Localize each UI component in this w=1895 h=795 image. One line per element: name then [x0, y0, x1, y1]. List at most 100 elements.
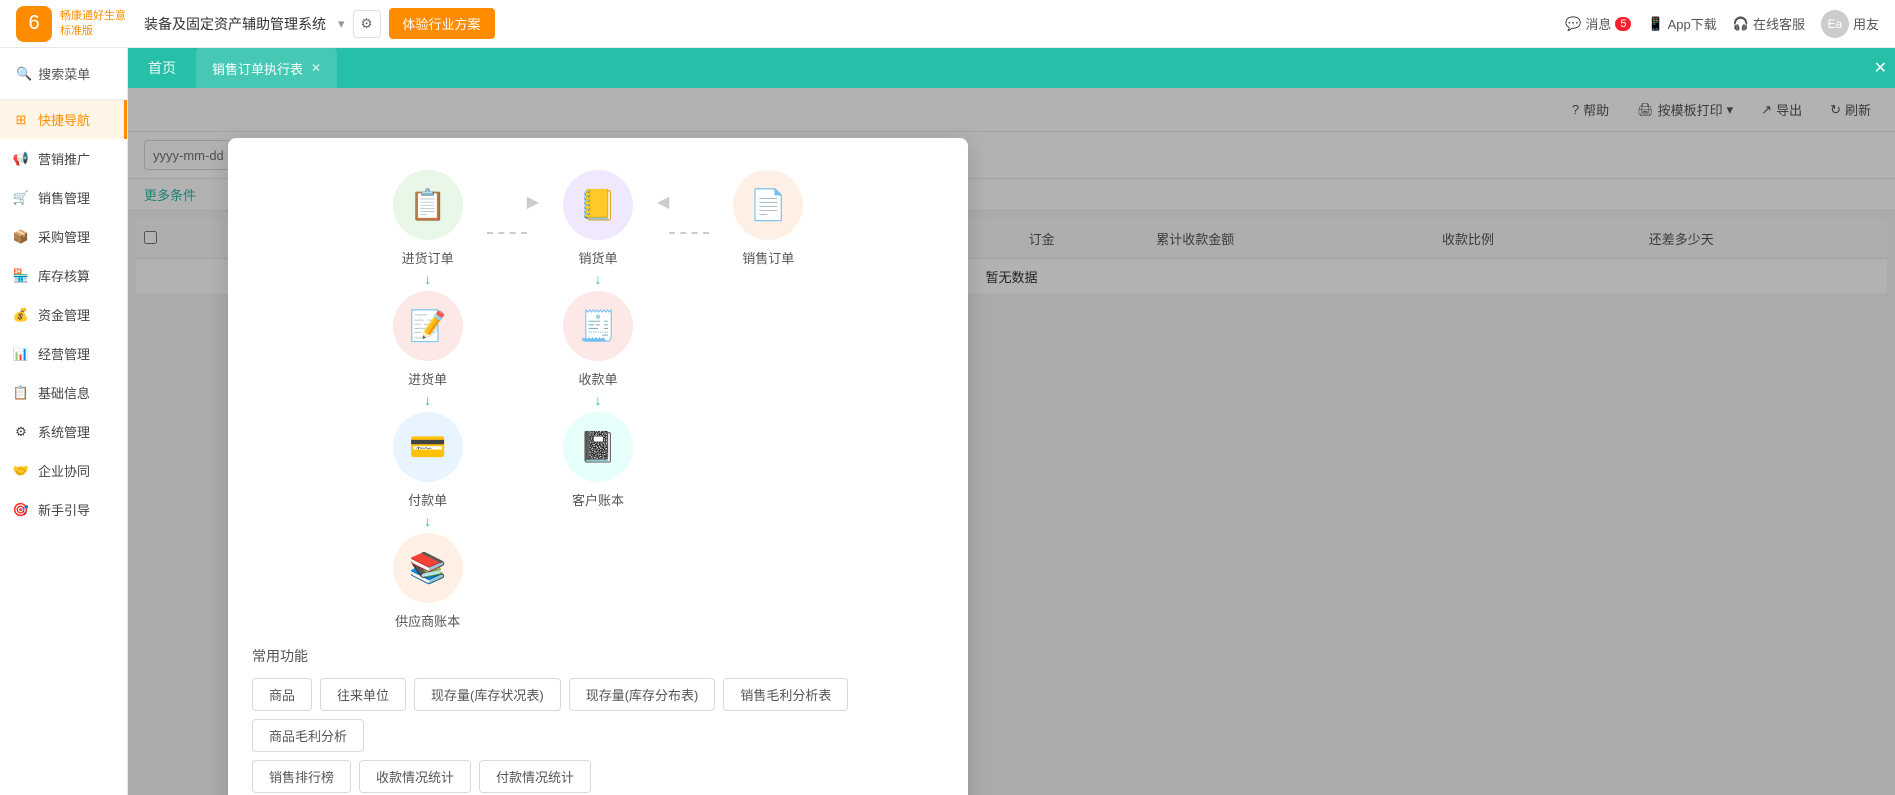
tab-collapse-btn[interactable]: ✕ [1874, 58, 1887, 78]
message-icon: 💬 [1565, 16, 1581, 32]
receipt-icon: 🧾 [563, 291, 633, 361]
logo-symbol: 6 [28, 12, 39, 35]
search-menu-btn[interactable]: 🔍 搜索菜单 [8, 58, 119, 89]
download-icon: 📱 [1647, 16, 1663, 32]
supplier-ledger-label: 供应商账本 [395, 611, 460, 630]
search-label: 搜索菜单 [38, 64, 90, 83]
message-label: 消息 [1585, 14, 1611, 33]
tab-bar: 首页 销售订单执行表 ✕ ✕ [128, 48, 1895, 88]
func-btn-stock-dist[interactable]: 现存量(库存分布表) [569, 678, 716, 711]
flow-col-sales-order: 📄 销售订单 [709, 170, 827, 267]
logo-area: 6 畅康通好生意 标准版 [16, 6, 144, 42]
sales-order-label: 销售订单 [742, 248, 794, 267]
marketing-icon: 📢 [12, 150, 30, 168]
flow-node-sales-bill[interactable]: 📒 销货单 [563, 170, 633, 267]
avatar-text: Ea [1828, 17, 1843, 31]
app-container: 6 畅康通好生意 标准版 装备及固定资产辅助管理系统 ▾ ⚙ 体验行业方案 💬 … [0, 0, 1895, 795]
center-arrows: ▶ [487, 198, 539, 234]
common-functions: 常用功能 商品 往来单位 现存量(库存状况表) 现存量(库存分布表) 销售毛利分… [252, 646, 944, 793]
func-btn-stock-status[interactable]: 现存量(库存状况表) [414, 678, 561, 711]
dropdown-icon[interactable]: ▾ [338, 16, 345, 32]
receipt-label: 收款单 [578, 369, 617, 388]
tab-sales-exec[interactable]: 销售订单执行表 ✕ [196, 48, 337, 88]
arrow-left-icon: ◀ [657, 192, 669, 212]
modal-overlay[interactable]: 📋 进货订单 ↓ 📝 进货单 ↓ 💳 [128, 88, 1895, 795]
tab-close-icon[interactable]: ✕ [311, 61, 321, 75]
sidebar-item-label-system: 系统管理 [38, 422, 90, 441]
func-btn-payment-stats[interactable]: 付款情况统计 [479, 760, 591, 793]
app-download-btn[interactable]: 📱 App下载 [1647, 14, 1716, 33]
flow-node-sales-order[interactable]: 📄 销售订单 [733, 170, 803, 267]
newguide-icon: 🎯 [12, 501, 30, 519]
experience-btn[interactable]: 体验行业方案 [389, 8, 495, 39]
tab-home[interactable]: 首页 [128, 48, 196, 88]
payment-icon: 💳 [393, 412, 463, 482]
system-title: 装备及固定资产辅助管理系统 [144, 14, 326, 34]
settings-button[interactable]: ⚙ [353, 10, 381, 38]
basics-icon: 📋 [12, 384, 30, 402]
sidebar-item-system[interactable]: ⚙ 系统管理 [0, 412, 127, 451]
sidebar-item-label-operations: 经营管理 [38, 344, 90, 363]
func-btn-product[interactable]: 商品 [252, 678, 312, 711]
flow-node-supplier-ledger[interactable]: 📚 供应商账本 [393, 533, 463, 630]
sidebar-item-purchase[interactable]: 📦 采购管理 [0, 217, 127, 256]
func-btn-product-profit[interactable]: 商品毛利分析 [252, 719, 364, 752]
flow-node-payment[interactable]: 💳 付款单 [393, 412, 463, 509]
tab-sales-exec-label: 销售订单执行表 [212, 59, 303, 78]
sidebar-item-newguide[interactable]: 🎯 新手引导 [0, 490, 127, 529]
purchase-bill-icon: 📝 [393, 291, 463, 361]
customer-ledger-icon: 📓 [563, 412, 633, 482]
flow-node-purchase-order[interactable]: 📋 进货订单 [393, 170, 463, 267]
func-buttons-row2: 销售排行榜 收款情况统计 付款情况统计 [252, 760, 944, 793]
func-btn-sales-profit[interactable]: 销售毛利分析表 [723, 678, 848, 711]
user-area[interactable]: Ea 用友 [1821, 10, 1879, 38]
logo-line1: 畅康通好生意 [60, 9, 126, 23]
content-area: 首页 销售订单执行表 ✕ ✕ ? 帮助 🖨 [128, 48, 1895, 795]
avatar: Ea [1821, 10, 1849, 38]
purchase-order-icon: 📋 [393, 170, 463, 240]
func-btn-partner[interactable]: 往来单位 [320, 678, 406, 711]
sidebar-item-marketing[interactable]: 📢 营销推广 [0, 139, 127, 178]
purchase-bill-label: 进货单 [408, 369, 447, 388]
dashed-arrow-right [487, 232, 527, 234]
sidebar-search: 🔍 搜索菜单 [0, 48, 127, 100]
sidebar-item-finance[interactable]: 💰 资金管理 [0, 295, 127, 334]
sidebar-item-label-finance: 资金管理 [38, 305, 90, 324]
arrow-down-2: ↓ [424, 392, 431, 408]
logo-line2: 标准版 [60, 24, 126, 38]
flow-modal: 📋 进货订单 ↓ 📝 进货单 ↓ 💳 [228, 138, 968, 795]
common-func-title: 常用功能 [252, 646, 944, 666]
flow-node-receipt[interactable]: 🧾 收款单 [563, 291, 633, 388]
arrow-down-5: ↓ [595, 392, 602, 408]
sidebar-item-basics[interactable]: 📋 基础信息 [0, 373, 127, 412]
app-download-label: App下载 [1668, 14, 1717, 33]
system-icon: ⚙ [12, 423, 30, 441]
page-content: ? 帮助 🖨 按模板打印 ▾ ↗ 导出 ↻ 刷新 [128, 88, 1895, 795]
sidebar-item-operations[interactable]: 📊 经营管理 [0, 334, 127, 373]
sidebar-item-enterprise[interactable]: 🤝 企业协同 [0, 451, 127, 490]
dashed-arrow-left [669, 232, 709, 234]
arrow-down-4: ↓ [595, 271, 602, 287]
flow-diagram: 📋 进货订单 ↓ 📝 进货单 ↓ 💳 [252, 162, 944, 638]
sidebar-item-label-inventory: 库存核算 [38, 266, 90, 285]
message-btn[interactable]: 💬 消息 5 [1565, 14, 1631, 33]
arrow-down-1: ↓ [424, 271, 431, 287]
func-btn-receipt-stats[interactable]: 收款情况统计 [359, 760, 471, 793]
main-area: 🔍 搜索菜单 ⊞ 快捷导航 📢 营销推广 🛒 销售管理 📦 采购管理 [0, 48, 1895, 795]
sidebar-item-label-marketing: 营销推广 [38, 149, 90, 168]
flow-node-purchase-bill[interactable]: 📝 进货单 [393, 291, 463, 388]
customer-ledger-label: 客户账本 [572, 490, 624, 509]
logo-icon: 6 [16, 6, 52, 42]
sales-icon: 🛒 [12, 189, 30, 207]
sidebar-item-quick-nav[interactable]: ⊞ 快捷导航 [0, 100, 127, 139]
flow-node-customer-ledger[interactable]: 📓 客户账本 [563, 412, 633, 509]
sidebar-item-inventory[interactable]: 🏪 库存核算 [0, 256, 127, 295]
finance-icon: 💰 [12, 306, 30, 324]
sidebar-item-label-purchase: 采购管理 [38, 227, 90, 246]
func-btn-sales-rank[interactable]: 销售排行榜 [252, 760, 351, 793]
search-icon: 🔍 [16, 66, 32, 82]
arrow-down-3: ↓ [424, 513, 431, 529]
online-service-btn[interactable]: 🎧 在线客服 [1733, 14, 1805, 33]
sidebar-item-sales[interactable]: 🛒 销售管理 [0, 178, 127, 217]
inventory-icon: 🏪 [12, 267, 30, 285]
